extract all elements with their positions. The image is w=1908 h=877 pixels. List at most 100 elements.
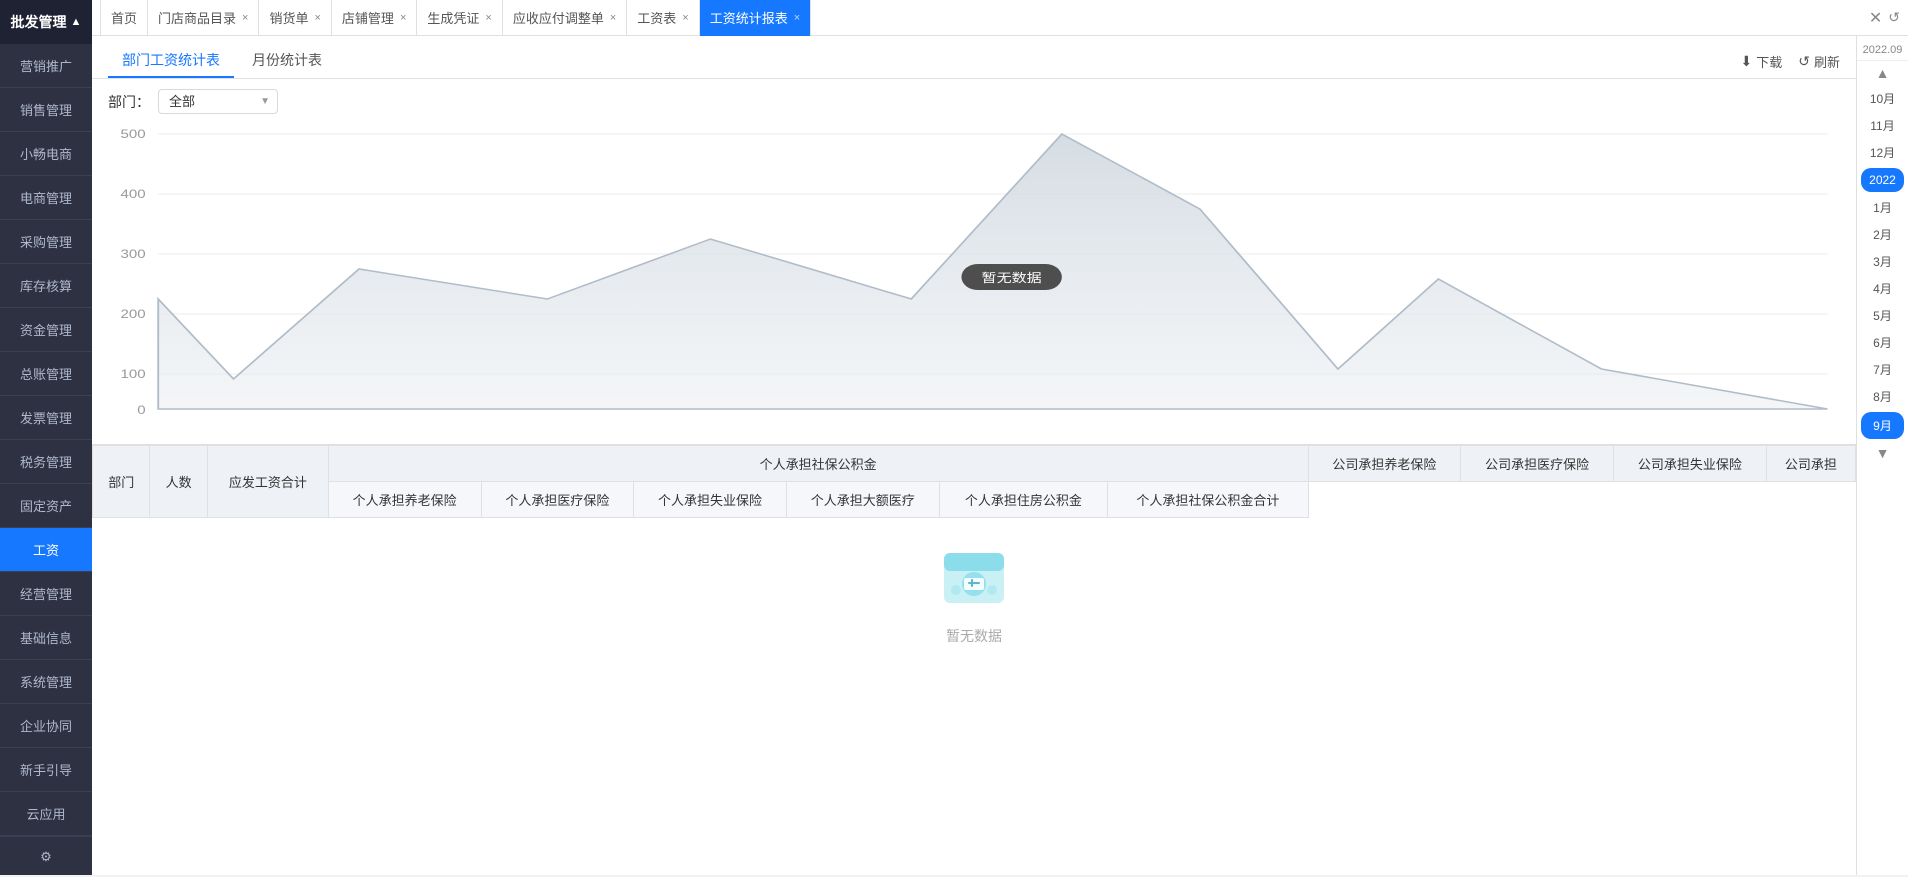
refresh-label: 刷新 [1814, 52, 1840, 71]
svg-text:暂无数据: 暂无数据 [982, 271, 1043, 284]
date-month-may[interactable]: 5月 [1857, 302, 1908, 329]
tab-production-voucher[interactable]: 生成凭证 × [417, 0, 502, 36]
col-company-more: 公司承担 [1766, 446, 1855, 482]
download-label: 下载 [1756, 52, 1782, 71]
date-month-oct[interactable]: 10月 [1857, 85, 1908, 112]
tab-payroll-report-label: 工资统计报表 [710, 8, 788, 27]
date-month-jun[interactable]: 6月 [1857, 329, 1908, 356]
dept-select[interactable]: 全部 [158, 89, 278, 114]
sidebar-item-basic[interactable]: 基础信息 [0, 616, 92, 660]
date-month-aug[interactable]: 8月 [1857, 383, 1908, 410]
refresh-icon: ↺ [1798, 53, 1810, 70]
date-month-jul[interactable]: 7月 [1857, 356, 1908, 383]
sidebar-arrow[interactable]: ▲ [71, 16, 82, 28]
sidebar-item-tax[interactable]: 税务管理 [0, 440, 92, 484]
col-personal-housing: 个人承担住房公积金 [939, 482, 1108, 518]
date-panel-year: 2022.09 [1857, 40, 1908, 61]
sidebar-item-mini-ecommerce[interactable]: 小畅电商 [0, 132, 92, 176]
tab-home[interactable]: 首页 [100, 0, 148, 36]
svg-text:0: 0 [137, 403, 146, 416]
date-month-nov[interactable]: 11月 [1857, 112, 1908, 139]
sidebar-title: 批发管理 [11, 12, 67, 32]
sidebar-item-payroll[interactable]: 工资 [0, 528, 92, 572]
date-month-dec[interactable]: 12月 [1857, 139, 1908, 166]
col-company-old: 公司承担养老保险 [1308, 446, 1461, 482]
tab-receivable-close[interactable]: × [610, 12, 616, 24]
sidebar-item-inventory[interactable]: 库存核算 [0, 264, 92, 308]
tab-receivable-label: 应收应付调整单 [513, 8, 604, 27]
tab-sales-order[interactable]: 销货单 × [259, 0, 331, 36]
empty-label: 暂无数据 [946, 626, 1002, 646]
tabbar: 首页 门店商品目录 × 销货单 × 店铺管理 × 生成凭证 × 应收应付调整单 … [92, 0, 1908, 36]
date-year-2022[interactable]: 2022 [1861, 168, 1904, 192]
sidebar-item-purchase[interactable]: 采购管理 [0, 220, 92, 264]
col-company-unemployment: 公司承担失业保险 [1613, 446, 1766, 482]
tab-payroll-table[interactable]: 工资表 × [627, 0, 699, 36]
sidebar-item-system[interactable]: 系统管理 [0, 660, 92, 704]
refresh-button[interactable]: ↺ 刷新 [1798, 52, 1840, 71]
tab-payroll-report[interactable]: 工资统计报表 × [700, 0, 811, 36]
sidebar-item-cloud[interactable]: 云应用 [0, 792, 92, 836]
subtab-month-stats-label: 月份统计表 [252, 52, 322, 68]
col-personal-unemployment: 个人承担失业保险 [634, 482, 787, 518]
col-total-wage: 应发工资合计 [207, 446, 328, 518]
svg-text:400: 400 [121, 187, 147, 200]
date-month-sep[interactable]: 9月 [1861, 412, 1904, 439]
sidebar-item-finance[interactable]: 资金管理 [0, 308, 92, 352]
dept-select-wrap: 全部 [158, 89, 278, 114]
tab-shop-catalog-close[interactable]: × [242, 12, 248, 24]
tab-bar-close-icon[interactable]: ✕ [1869, 8, 1882, 28]
tab-payroll-report-close[interactable]: × [794, 12, 800, 24]
tab-payroll-table-label: 工资表 [637, 8, 676, 27]
subtab-month-stats[interactable]: 月份统计表 [238, 44, 336, 78]
subtab-dept-stats[interactable]: 部门工资统计表 [108, 44, 234, 78]
sidebar-item-invoice[interactable]: 发票管理 [0, 396, 92, 440]
tab-shop-catalog-label: 门店商品目录 [158, 8, 236, 27]
tab-sales-order-close[interactable]: × [314, 12, 320, 24]
sidebar-item-marketing[interactable]: 营销推广 [0, 44, 92, 88]
date-up-button[interactable]: ▲ [1872, 61, 1894, 85]
toolbar-right: ⬇ 下载 ↺ 刷新 [1741, 52, 1841, 71]
sidebar-item-ledger[interactable]: 总账管理 [0, 352, 92, 396]
chart-svg: 500 400 300 200 100 0 [108, 124, 1840, 424]
tab-shop-manage-label: 店铺管理 [342, 8, 394, 27]
subtabs: 部门工资统计表 月份统计表 ⬇ 下载 ↺ 刷新 [92, 36, 1856, 79]
sidebar-item-ecommerce[interactable]: 电商管理 [0, 176, 92, 220]
tab-shop-catalog[interactable]: 门店商品目录 × [148, 0, 259, 36]
date-month-jan[interactable]: 1月 [1857, 194, 1908, 221]
col-count: 人数 [150, 446, 207, 518]
tab-bar-refresh-icon[interactable]: ↺ [1888, 9, 1900, 26]
download-button[interactable]: ⬇ 下载 [1741, 52, 1783, 71]
date-month-feb[interactable]: 2月 [1857, 221, 1908, 248]
data-table: 部门 人数 应发工资合计 个人承担社保公积金 公司承担养老保险 公司承担医疗保险… [92, 445, 1856, 518]
filter-toolbar: 部门： 全部 [92, 79, 1856, 124]
tab-shop-manage[interactable]: 店铺管理 × [332, 0, 417, 36]
sidebar-item-operations[interactable]: 经营管理 [0, 572, 92, 616]
subtab-dept-stats-label: 部门工资统计表 [122, 52, 220, 68]
date-month-mar[interactable]: 3月 [1857, 248, 1908, 275]
date-month-apr[interactable]: 4月 [1857, 275, 1908, 302]
sidebar-item-enterprise[interactable]: 企业协同 [0, 704, 92, 748]
tab-production-voucher-close[interactable]: × [485, 12, 491, 24]
col-dept: 部门 [93, 446, 150, 518]
sidebar-item-sales[interactable]: 销售管理 [0, 88, 92, 132]
gear-icon: ⚙ [40, 849, 52, 864]
table-area: 部门 人数 应发工资合计 个人承担社保公积金 公司承担养老保险 公司承担医疗保险… [92, 444, 1856, 666]
svg-text:500: 500 [121, 127, 147, 140]
tab-receivable[interactable]: 应收应付调整单 × [503, 0, 627, 36]
tab-payroll-table-close[interactable]: × [682, 12, 688, 24]
download-icon: ⬇ [1741, 53, 1753, 70]
sidebar: 批发管理 ▲ 营销推广 销售管理 小畅电商 电商管理 采购管理 库存核算 资金管… [0, 0, 92, 875]
tab-sales-order-label: 销货单 [269, 8, 308, 27]
sidebar-item-assets[interactable]: 固定资产 [0, 484, 92, 528]
tab-production-voucher-label: 生成凭证 [427, 8, 479, 27]
svg-text:200: 200 [121, 307, 147, 320]
sidebar-item-guide[interactable]: 新手引导 [0, 748, 92, 792]
date-down-button[interactable]: ▼ [1872, 441, 1894, 465]
svg-text:300: 300 [121, 247, 147, 260]
table-empty: 暂无数据 [92, 518, 1856, 666]
settings-button[interactable]: ⚙ [0, 836, 92, 877]
tab-shop-manage-close[interactable]: × [400, 12, 406, 24]
tab-bar-actions: ✕ ↺ [1869, 8, 1900, 28]
tab-home-label: 首页 [111, 8, 137, 27]
